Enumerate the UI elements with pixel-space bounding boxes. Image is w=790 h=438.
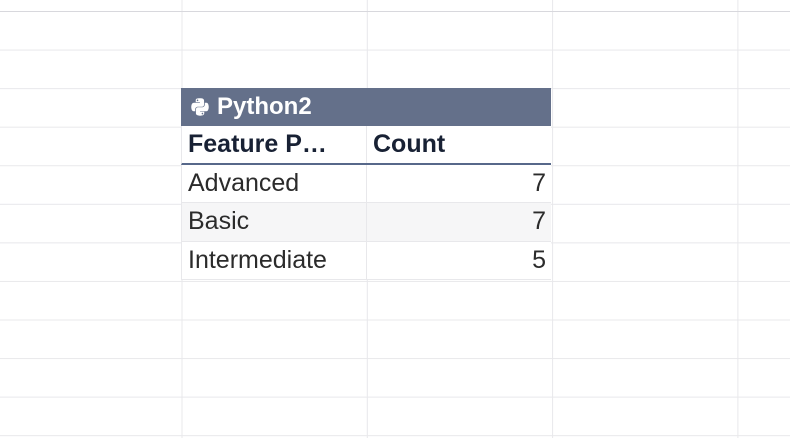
table-row: Advanced 7 xyxy=(182,164,551,204)
feature-cell[interactable]: Advanced xyxy=(182,164,367,203)
count-cell[interactable]: 5 xyxy=(367,242,551,280)
table-column-headers: Feature P… Count xyxy=(181,126,551,165)
column-header-feature[interactable]: Feature P… xyxy=(182,126,367,163)
count-cell[interactable]: 7 xyxy=(367,165,551,203)
feature-cell[interactable]: Intermediate xyxy=(182,241,367,280)
table-row: Intermediate 5 xyxy=(182,241,551,281)
spreadsheet-canvas[interactable]: { "table": { "title": "Python2", "column… xyxy=(0,0,790,438)
table-title-bar[interactable]: Python2 xyxy=(181,88,551,126)
table-row: Basic 7 xyxy=(182,203,551,242)
table-body: Advanced 7 Basic 7 Intermediate 5 xyxy=(181,164,551,281)
python-output-table: Python2 Feature P… Count Advanced 7 Basi… xyxy=(181,88,551,281)
feature-cell[interactable]: Basic xyxy=(182,203,367,241)
python-icon xyxy=(190,97,210,117)
count-cell[interactable]: 7 xyxy=(367,203,551,241)
table-title: Python2 xyxy=(217,93,312,120)
column-header-count[interactable]: Count xyxy=(367,126,551,163)
